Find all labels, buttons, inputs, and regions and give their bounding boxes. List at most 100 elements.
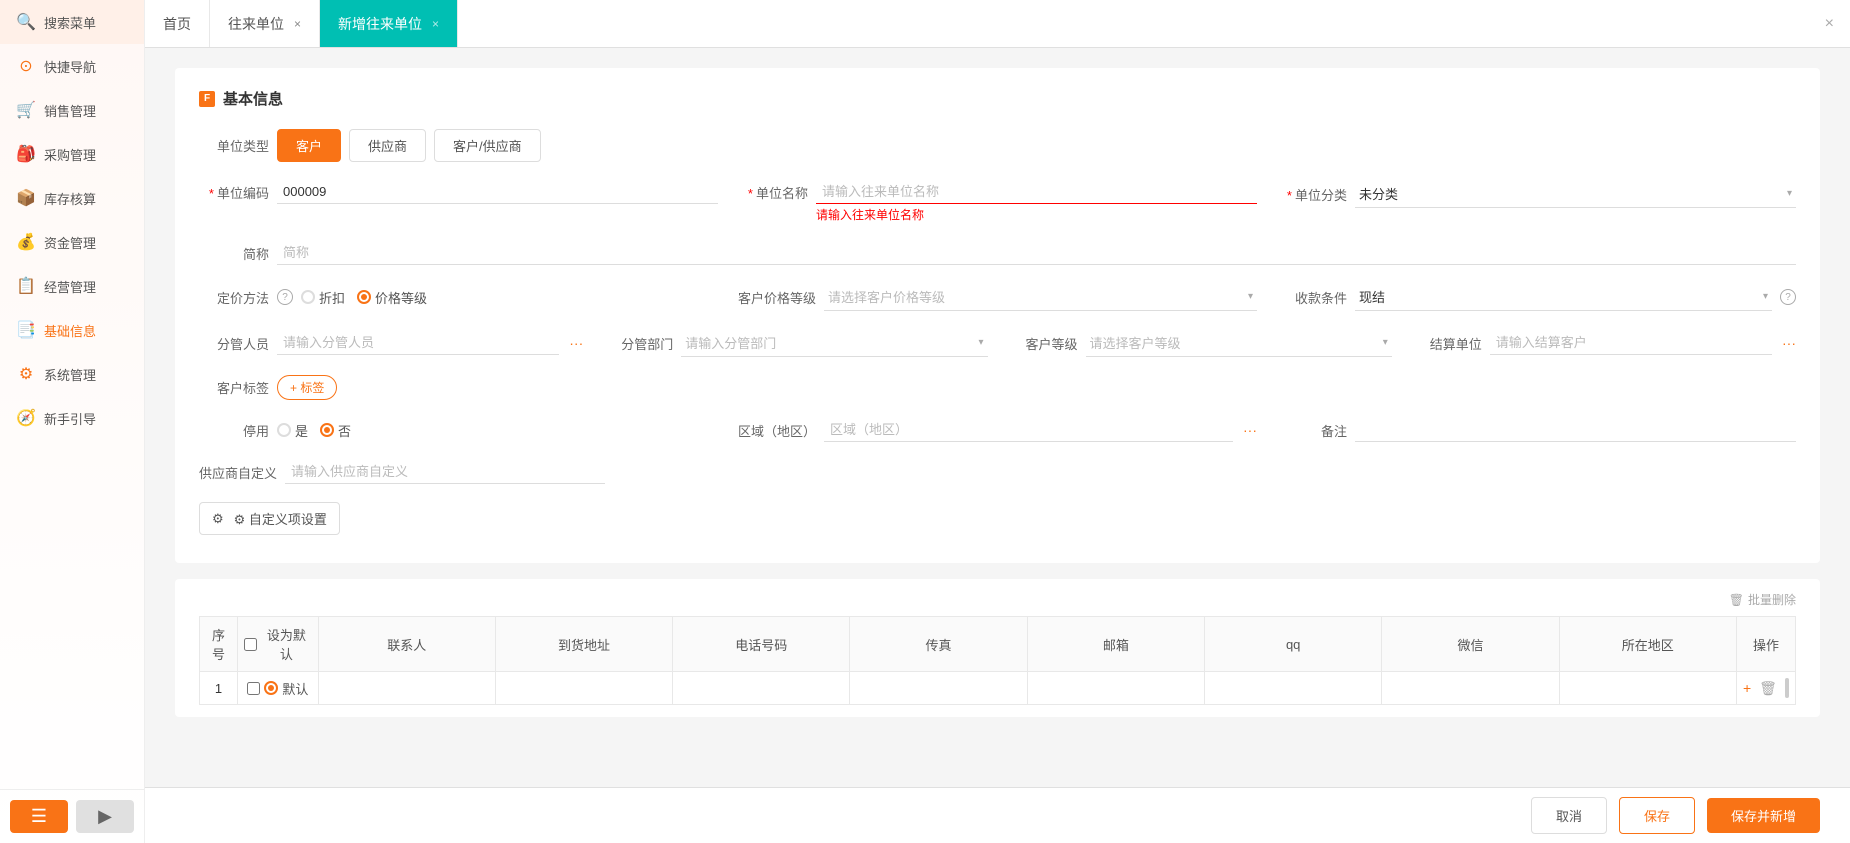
home-icon: ⊙ xyxy=(16,56,36,76)
customer-level-select[interactable]: 请选择客户等级 ▾ xyxy=(1086,329,1392,357)
unit-name-error: 请输入往来单位名称 xyxy=(816,208,924,222)
custom-settings-row: ⚙ ⚙ 自定义项设置 xyxy=(199,502,1796,535)
unit-code-input[interactable] xyxy=(277,180,718,204)
unit-code-label: 单位编码 xyxy=(199,183,269,202)
discount-radio xyxy=(301,290,315,304)
row-checkbox[interactable] xyxy=(247,682,260,695)
row-region-input[interactable] xyxy=(1566,681,1730,696)
row-phone[interactable] xyxy=(673,672,850,705)
custom-settings-button[interactable]: ⚙ ⚙ 自定义项设置 xyxy=(199,502,340,535)
tab-new-contact-close[interactable]: × xyxy=(432,17,439,31)
unit-type-both[interactable]: 客户/供应商 xyxy=(434,129,541,162)
payment-terms-select[interactable]: 现结 ▾ xyxy=(1355,283,1772,311)
payment-terms-help[interactable]: ? xyxy=(1780,289,1796,305)
sidebar-item-inventory[interactable]: 📦 库存核算 xyxy=(0,176,144,220)
col-contact: 联系人 xyxy=(318,617,495,672)
settlement-unit-more[interactable]: ··· xyxy=(1782,335,1796,351)
row-delete-button[interactable]: 🗑 xyxy=(1759,680,1777,697)
save-button[interactable]: 保存 xyxy=(1619,797,1695,834)
window-close-button[interactable]: × xyxy=(1809,0,1850,47)
manager-input[interactable] xyxy=(277,331,559,355)
row-wechat[interactable] xyxy=(1382,672,1559,705)
save-new-button[interactable]: 保存并新增 xyxy=(1707,798,1820,833)
email-input[interactable] xyxy=(1034,681,1198,696)
region-more[interactable]: ··· xyxy=(1243,422,1257,438)
col-email: 邮箱 xyxy=(1027,617,1204,672)
department-select[interactable]: 请输入分管部门 ▾ xyxy=(681,329,987,357)
supplier-custom-input[interactable] xyxy=(285,460,605,484)
unit-name-label: 单位名称 xyxy=(738,183,808,202)
tab-new-contact[interactable]: 新增往来单位 × xyxy=(320,0,458,47)
row-actions: + 🗑 xyxy=(1736,672,1795,705)
col-qq: qq xyxy=(1204,617,1381,672)
pricing-discount[interactable]: 折扣 xyxy=(301,288,345,307)
sidebar-item-basic-info[interactable]: 📑 基础信息 xyxy=(0,308,144,352)
row-drag-handle[interactable] xyxy=(1785,678,1789,698)
unit-type-customer[interactable]: 客户 xyxy=(277,129,341,162)
sidebar-btn-left[interactable]: ☰ xyxy=(10,800,68,833)
sidebar-item-quick-nav[interactable]: ⊙ 快捷导航 xyxy=(0,44,144,88)
col-fax: 传真 xyxy=(850,617,1027,672)
row-qq[interactable] xyxy=(1204,672,1381,705)
customer-price-level-select[interactable]: 请选择客户价格等级 ▾ xyxy=(824,283,1257,311)
unit-name-item: 单位名称 请输入往来单位名称 xyxy=(738,180,1257,223)
pricing-method-help[interactable]: ? xyxy=(277,289,293,305)
sidebar-item-operations[interactable]: 📋 经营管理 xyxy=(0,264,144,308)
fax-input[interactable] xyxy=(856,681,1020,696)
sidebar-item-system[interactable]: ⚙ 系统管理 xyxy=(0,352,144,396)
row-contact[interactable] xyxy=(318,672,495,705)
short-name-input[interactable] xyxy=(277,241,1796,265)
unit-code-item: 单位编码 xyxy=(199,180,718,204)
short-name-item: 简称 xyxy=(199,241,1796,265)
gear-icon: ⚙ xyxy=(212,511,224,527)
unit-type-supplier[interactable]: 供应商 xyxy=(349,129,426,162)
remarks-input[interactable] xyxy=(1355,418,1796,442)
row-fax[interactable] xyxy=(850,672,1027,705)
row-default-radio[interactable]: 默认 xyxy=(264,679,308,698)
address-input[interactable] xyxy=(502,681,666,696)
row-region[interactable] xyxy=(1559,672,1736,705)
select-all-checkbox[interactable] xyxy=(244,638,257,651)
row-add-button[interactable]: + xyxy=(1743,680,1751,696)
unit-category-select[interactable]: 未分类 ▾ xyxy=(1355,180,1796,208)
wechat-input[interactable] xyxy=(1388,681,1552,696)
sidebar-bottom: ☰ ▶ xyxy=(0,789,144,843)
sidebar-item-search[interactable]: 🔍 搜索菜单 xyxy=(0,0,144,44)
tab-home[interactable]: 首页 xyxy=(145,0,210,47)
main-area: 首页 往来单位 × 新增往来单位 × × F 基本信息 单位类型 客户 xyxy=(145,0,1850,843)
search-icon: 🔍 xyxy=(16,12,36,32)
batch-delete-icon: 🗑 xyxy=(1729,593,1744,607)
contact-input[interactable] xyxy=(325,681,489,696)
add-tag-button[interactable]: + 标签 xyxy=(277,375,337,400)
customer-level-chevron: ▾ xyxy=(1383,337,1388,348)
sidebar-item-new-guide[interactable]: 🧭 新手引导 xyxy=(0,396,144,440)
row-email[interactable] xyxy=(1027,672,1204,705)
basic-info-section: F 基本信息 单位类型 客户 供应商 客户/供应商 单位编码 xyxy=(175,68,1820,563)
sidebar-btn-right[interactable]: ▶ xyxy=(76,800,134,833)
pricing-level[interactable]: 价格等级 xyxy=(357,288,427,307)
disabled-label: 停用 xyxy=(199,421,269,440)
unit-name-input[interactable] xyxy=(816,180,1257,204)
customer-price-level-label: 客户价格等级 xyxy=(738,288,816,307)
tab-contacts-close[interactable]: × xyxy=(294,17,301,31)
sidebar-item-finance[interactable]: 💰 资金管理 xyxy=(0,220,144,264)
disabled-yes[interactable]: 是 xyxy=(277,421,308,440)
col-wechat: 微信 xyxy=(1382,617,1559,672)
qq-input[interactable] xyxy=(1211,681,1375,696)
region-item: 区域（地区） ··· xyxy=(738,418,1257,442)
disabled-no[interactable]: 否 xyxy=(320,421,351,440)
tab-bar: 首页 往来单位 × 新增往来单位 × × xyxy=(145,0,1850,48)
phone-input[interactable] xyxy=(679,681,843,696)
region-input[interactable] xyxy=(824,418,1233,442)
remarks-label: 备注 xyxy=(1277,421,1347,440)
settlement-unit-input[interactable] xyxy=(1490,331,1772,355)
row-address[interactable] xyxy=(495,672,672,705)
batch-delete-button[interactable]: 🗑 批量删除 xyxy=(1729,591,1796,608)
sidebar-item-sales[interactable]: 🛒 销售管理 xyxy=(0,88,144,132)
pricing-method-radio-group: 折扣 价格等级 xyxy=(301,288,427,307)
sidebar-item-purchase[interactable]: 🎒 采购管理 xyxy=(0,132,144,176)
purchase-icon: 🎒 xyxy=(16,144,36,164)
manager-more[interactable]: ··· xyxy=(569,335,583,351)
tab-contacts[interactable]: 往来单位 × xyxy=(210,0,320,47)
cancel-button[interactable]: 取消 xyxy=(1531,797,1607,834)
